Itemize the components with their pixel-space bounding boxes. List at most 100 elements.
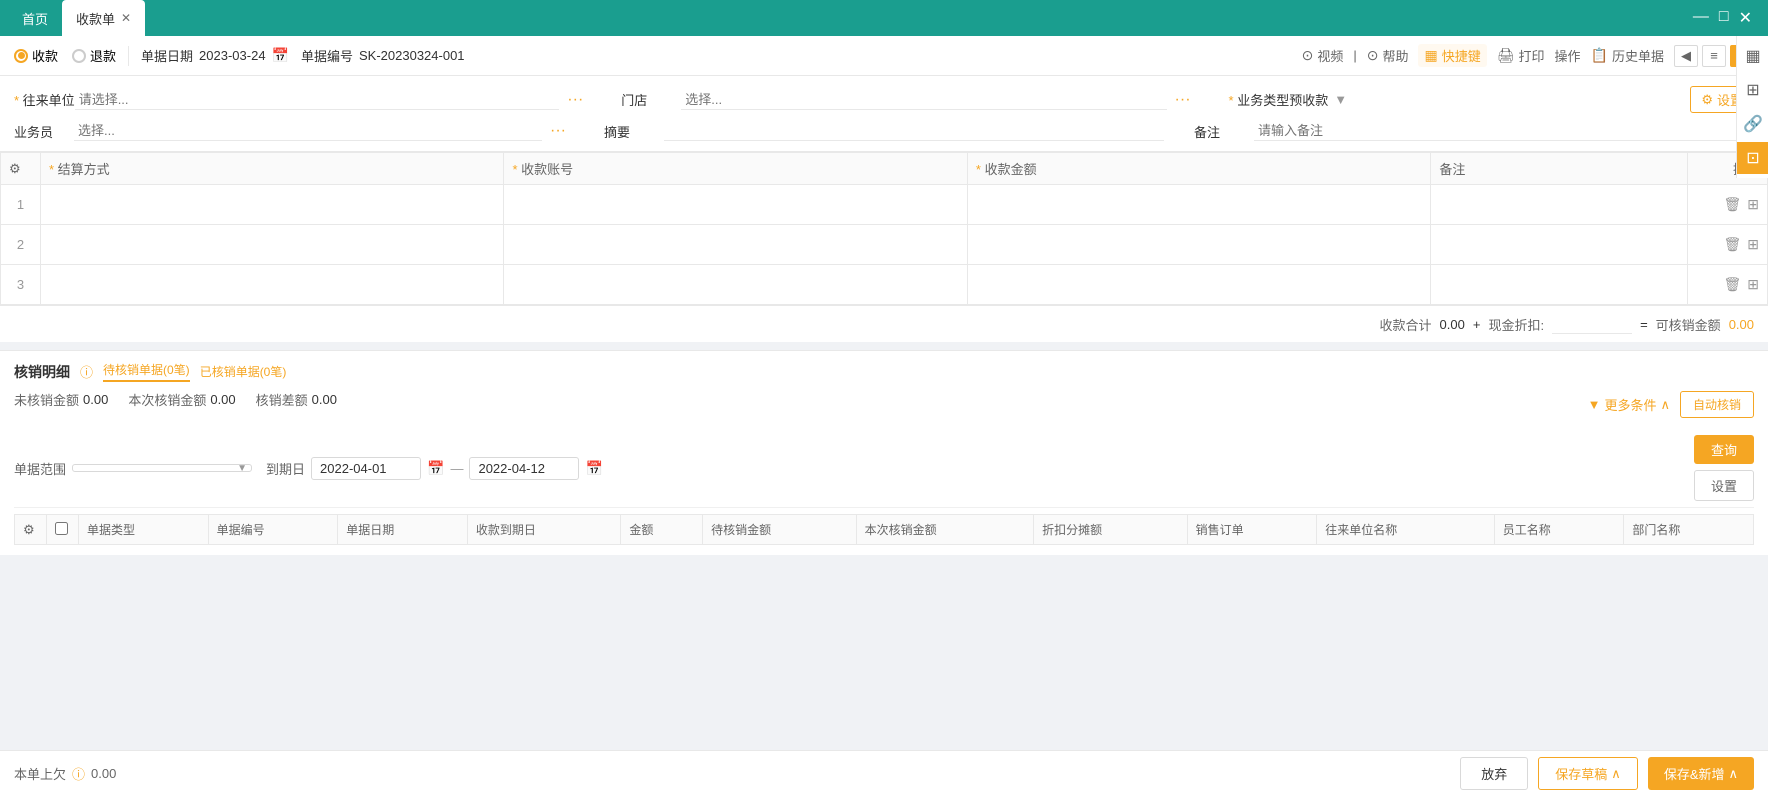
- remark-input[interactable]: [1254, 121, 1754, 141]
- summary-field: 摘要: [604, 121, 1164, 141]
- query-button[interactable]: 查询: [1694, 435, 1754, 464]
- verify-th-date: 单据日期: [338, 515, 468, 545]
- more-conditions-btn[interactable]: ▼ 更多条件 ∧: [1588, 395, 1670, 414]
- remark-cell-2[interactable]: [1431, 225, 1688, 265]
- salesperson-input[interactable]: [74, 121, 542, 141]
- date-to-input[interactable]: [469, 457, 579, 480]
- history-icon: 📋: [1591, 47, 1608, 64]
- prev-view-btn[interactable]: ◀: [1674, 45, 1698, 67]
- receipt-type-group: 收款 退款: [14, 46, 116, 65]
- sum-value: 0.00: [1440, 317, 1465, 332]
- abandon-button[interactable]: 放弃: [1460, 757, 1528, 790]
- account-cell-2[interactable]: [504, 225, 967, 265]
- amount-cell-2[interactable]: [967, 225, 1430, 265]
- operation-btn[interactable]: 操作: [1555, 46, 1581, 65]
- date-from-cal-icon[interactable]: 📅: [427, 460, 444, 477]
- delete-icon-1[interactable]: 🗑: [1723, 196, 1741, 213]
- verify-select-all[interactable]: [55, 522, 68, 535]
- help-btn[interactable]: ⊙ 帮助: [1367, 46, 1409, 65]
- settlement-cell-1[interactable]: [41, 185, 504, 225]
- chevron-up-icon: ∧: [1660, 397, 1670, 413]
- due-date-label: 到期日: [266, 459, 305, 478]
- right-panel-icon-2[interactable]: ⊞: [1737, 74, 1768, 106]
- copy-icon-2[interactable]: ⊞: [1747, 236, 1759, 253]
- discount-input[interactable]: [1552, 314, 1632, 334]
- bottom-actions: 放弃 保存草稿 ∧ 保存&新增 ∧: [1460, 757, 1754, 790]
- maximize-icon[interactable]: □: [1719, 8, 1729, 28]
- verify-table-gear-icon[interactable]: ⚙: [23, 522, 35, 537]
- verify-info-icon[interactable]: ⓘ: [80, 362, 93, 381]
- counterpart-field: 往来单位 ···: [14, 90, 591, 110]
- receipt-radio[interactable]: 收款: [14, 46, 58, 65]
- date-value: 2023-03-24: [199, 48, 266, 63]
- table-row: 3 🗑 ⊞: [1, 265, 1768, 305]
- row-num-3: 3: [1, 265, 41, 305]
- toolbar: 收款 退款 单据日期 2023-03-24 📅 单据编号 SK-20230324…: [0, 36, 1768, 76]
- remark-cell-3[interactable]: [1431, 265, 1688, 305]
- window-controls: — □ ✕: [1693, 8, 1760, 28]
- date-to-cal-icon[interactable]: 📅: [585, 460, 602, 477]
- close-icon[interactable]: ✕: [1739, 8, 1752, 28]
- account-cell-1[interactable]: [504, 185, 967, 225]
- table-footer: 收款合计 0.00 + 现金折扣: = 可核销金额 0.00: [0, 305, 1768, 342]
- settlement-cell-2[interactable]: [41, 225, 504, 265]
- settlement-cell-3[interactable]: [41, 265, 504, 305]
- date-from-input[interactable]: [311, 457, 421, 480]
- business-type-dropdown-icon[interactable]: ▼: [1334, 92, 1347, 107]
- save-new-button[interactable]: 保存&新增 ∧: [1648, 757, 1754, 790]
- refund-radio-circle: [72, 49, 86, 63]
- number-field: 单据编号 SK-20230324-001: [301, 46, 465, 65]
- store-label: 门店: [621, 90, 681, 109]
- th-gear[interactable]: ⚙: [1, 153, 41, 185]
- shortcut-icon: ▦: [1424, 47, 1437, 64]
- verify-summary: 未核销金额 0.00 本次核销金额 0.00 核销差额 0.00: [14, 390, 337, 409]
- tab-home[interactable]: 首页: [8, 0, 62, 36]
- delete-icon-3[interactable]: 🗑: [1723, 276, 1741, 293]
- prev-label: 本单上欠: [14, 764, 66, 783]
- tab-bar: 首页 收款单 ✕ — □ ✕: [0, 0, 1768, 36]
- verify-settings-button[interactable]: 设置: [1694, 470, 1754, 501]
- print-btn[interactable]: 🖨 打印: [1497, 46, 1545, 65]
- summary-input[interactable]: [664, 121, 1164, 141]
- save-draft-button[interactable]: 保存草稿 ∧: [1538, 757, 1638, 790]
- right-panel-icon-1[interactable]: ▦: [1737, 40, 1768, 72]
- business-type-field: 业务类型 预收款 ▼: [1229, 90, 1691, 109]
- amount-cell-1[interactable]: [967, 185, 1430, 225]
- tab-pending[interactable]: 待核销单据(0笔): [103, 361, 190, 382]
- tab-close-icon[interactable]: ✕: [121, 11, 131, 25]
- delete-icon-2[interactable]: 🗑: [1723, 236, 1741, 253]
- account-cell-3[interactable]: [504, 265, 967, 305]
- number-value: SK-20230324-001: [359, 48, 465, 63]
- right-panel-icon-4[interactable]: ⊡: [1737, 142, 1768, 174]
- counterpart-more-btn[interactable]: ···: [559, 91, 591, 109]
- salesperson-more-btn[interactable]: ···: [542, 122, 574, 140]
- list-view-btn[interactable]: ≡: [1702, 45, 1726, 67]
- verify-th-this: 本次核销金额: [856, 515, 1033, 545]
- save-new-arrow-icon: ∧: [1728, 766, 1738, 782]
- bottom-info: 本单上欠 ⓘ 0.00: [14, 764, 116, 783]
- refund-radio[interactable]: 退款: [72, 46, 116, 65]
- copy-icon-3[interactable]: ⊞: [1747, 276, 1759, 293]
- prev-info-icon[interactable]: ⓘ: [72, 764, 85, 783]
- store-field: 门店 ···: [621, 90, 1198, 110]
- tab-done[interactable]: 已核销单据(0笔): [200, 363, 287, 380]
- shortcut-btn[interactable]: ▦ 快捷键: [1418, 44, 1486, 67]
- auto-verify-button[interactable]: 自动核销: [1680, 391, 1754, 418]
- copy-icon-1[interactable]: ⊞: [1747, 196, 1759, 213]
- calendar-icon[interactable]: 📅: [272, 47, 289, 64]
- range-select[interactable]: ▼: [72, 464, 252, 472]
- history-btn[interactable]: 📋 历史单据: [1591, 46, 1664, 65]
- store-input[interactable]: [681, 90, 1166, 110]
- counterpart-input[interactable]: [75, 90, 560, 110]
- amount-cell-3[interactable]: [967, 265, 1430, 305]
- minimize-icon[interactable]: —: [1693, 8, 1709, 28]
- business-type-value: 预收款: [1289, 90, 1328, 109]
- refund-label: 退款: [90, 46, 116, 65]
- video-btn[interactable]: ⊙ 视频: [1302, 46, 1344, 65]
- right-panel-icon-3[interactable]: 🔗: [1737, 108, 1768, 140]
- tab-receipt[interactable]: 收款单 ✕: [62, 0, 145, 36]
- remark-cell-1[interactable]: [1431, 185, 1688, 225]
- verify-section: 核销明细 ⓘ 待核销单据(0笔) 已核销单据(0笔) 未核销金额 0.00 本次…: [0, 350, 1768, 555]
- store-more-btn[interactable]: ···: [1167, 91, 1199, 109]
- receipt-label: 收款: [32, 46, 58, 65]
